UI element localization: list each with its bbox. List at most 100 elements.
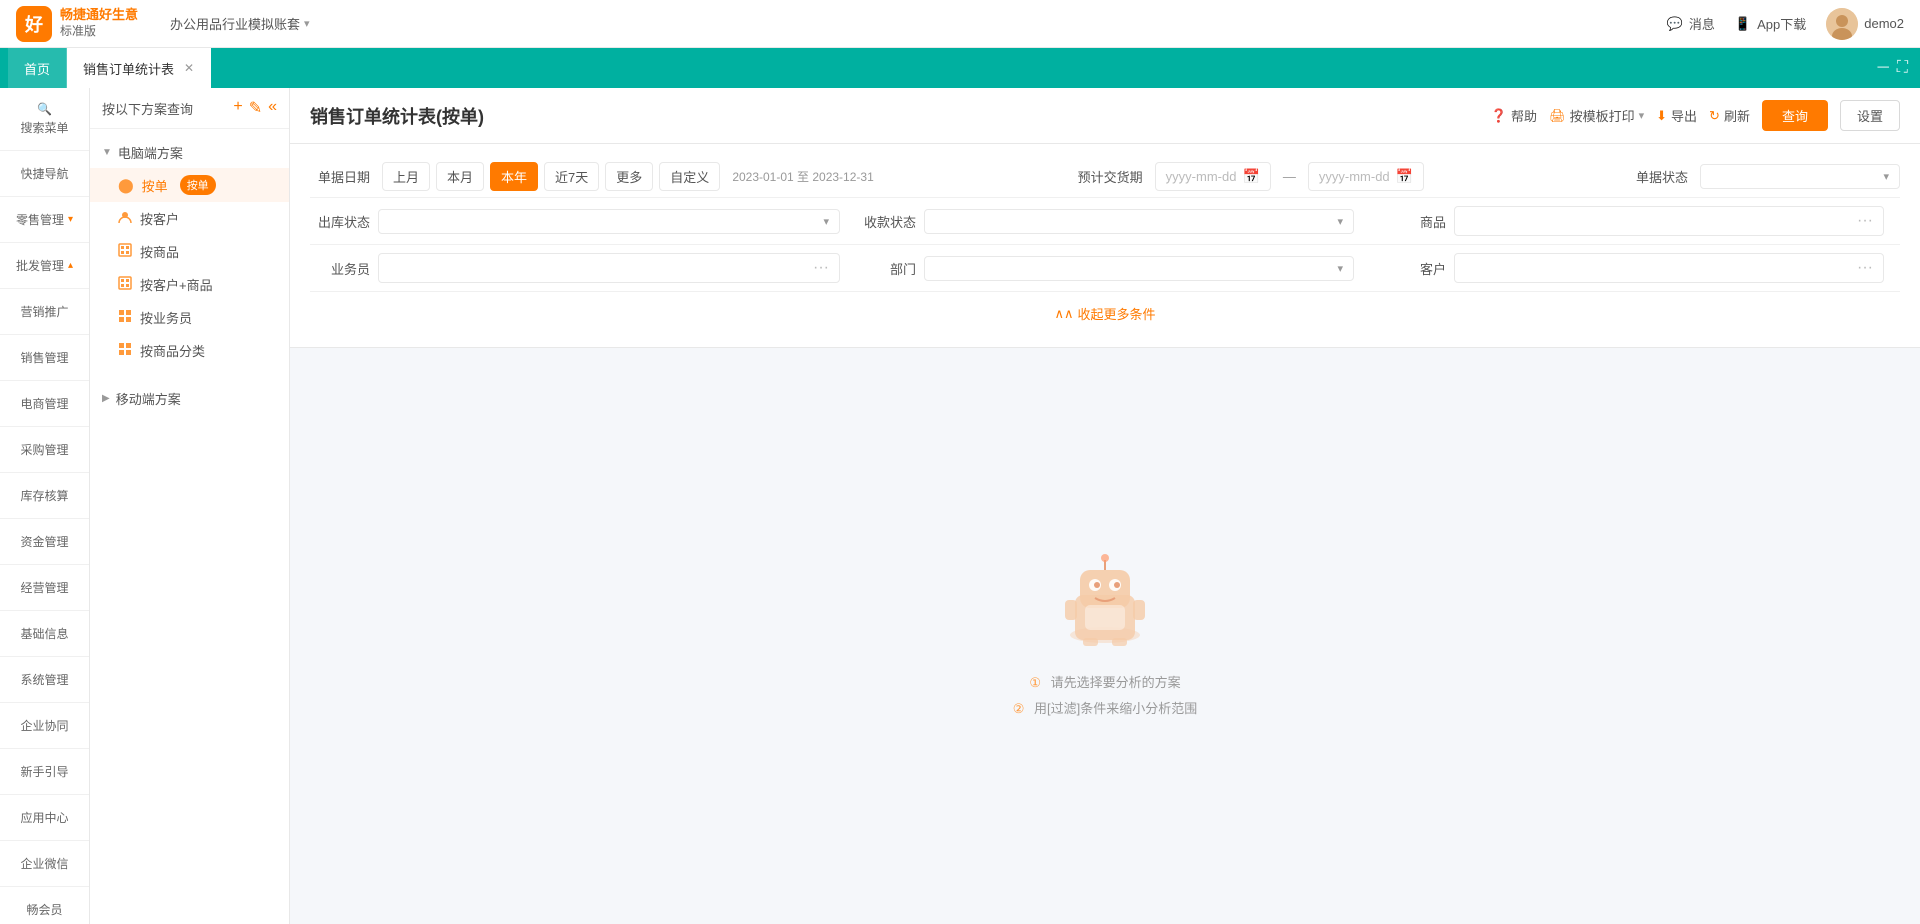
bill-status-select[interactable]: ▾ (1700, 164, 1900, 189)
scheme-panel: 按以下方案查询 + ✎ « ▼ 电脑端方案 ⬤ 按单 按单 (90, 88, 290, 924)
date-range-text: 2023-01-01 至 2023-12-31 (732, 168, 873, 185)
sidebar-marketing-label: 营销推广 (20, 303, 68, 320)
tab-order-stats[interactable]: 销售订单统计表 ✕ (67, 48, 211, 88)
scheme-item-by-salesperson[interactable]: 按业务员 (90, 301, 289, 334)
date-btn-custom[interactable]: 自定义 (659, 162, 720, 191)
sidebar-item-purchase[interactable]: 采购管理 (0, 427, 89, 473)
sidebar-item-system[interactable]: 系统管理 (0, 657, 89, 703)
refresh-button[interactable]: ↻ 刷新 (1709, 106, 1750, 125)
scheme-section-mobile: ▶ 移动端方案 (90, 375, 289, 422)
page-title: 销售订单统计表(按单) (310, 103, 484, 129)
app-download-button[interactable]: 📱 App下载 (1735, 14, 1806, 33)
sidebar-item-ecommerce[interactable]: 电商管理 (0, 381, 89, 427)
scheme-item-by-order-label: 按单 (142, 176, 168, 195)
bill-status-chevron-icon: ▾ (1883, 170, 1889, 183)
hint-num-2: ② (1013, 701, 1025, 716)
date-btn-last-month[interactable]: 上月 (382, 162, 430, 191)
sidebar-finance-label: 资金管理 (20, 533, 68, 550)
scheme-edit-button[interactable]: ✎ (249, 98, 262, 118)
customer-input[interactable]: ··· (1454, 253, 1884, 283)
sidebar-item-operations[interactable]: 经营管理 (0, 565, 89, 611)
sidebar-item-sales[interactable]: 销售管理 (0, 335, 89, 381)
salesperson-label: 业务员 (310, 259, 370, 278)
scheme-add-button[interactable]: + (233, 98, 242, 118)
salesperson-input[interactable]: ··· (378, 253, 840, 283)
print-label: 按模板打印 (1570, 106, 1635, 125)
tab-close-icon[interactable]: ✕ (184, 61, 194, 75)
scheme-active-badge: 按单 (180, 175, 216, 195)
collection-status-select[interactable]: ▾ (924, 209, 1354, 234)
scheme-item-by-salesperson-label: 按业务员 (140, 308, 192, 327)
delivery-date-start-input[interactable]: yyyy-mm-dd 📅 (1155, 162, 1271, 191)
sidebar-retail-label: 零售管理 (16, 211, 64, 228)
sidebar-item-finance[interactable]: 资金管理 (0, 519, 89, 565)
date-btn-more[interactable]: 更多 (605, 162, 653, 191)
filter-cell-salesperson: 业务员 ··· (310, 245, 840, 291)
sidebar-item-basic[interactable]: 基础信息 (0, 611, 89, 657)
scheme-item-by-cust-prod-label: 按客户+商品 (140, 275, 213, 294)
collapse-button[interactable]: ∧∧ 收起更多条件 (1046, 296, 1163, 331)
tab-home-label: 首页 (24, 59, 50, 78)
sidebar-purchase-label: 采购管理 (20, 441, 68, 458)
message-button[interactable]: 💬 消息 (1667, 14, 1715, 33)
top-bar-right: 💬 消息 📱 App下载 demo2 (1667, 8, 1904, 40)
filter-cell-customer: 客户 ··· (1370, 245, 1900, 291)
export-button[interactable]: ⬇ 导出 (1656, 106, 1697, 125)
sidebar-item-retail[interactable]: 零售管理 ▾ (0, 197, 89, 243)
department-select[interactable]: ▾ (924, 256, 1354, 281)
out-status-select[interactable]: ▾ (378, 209, 840, 234)
sidebar-item-newbie[interactable]: 新手引导 (0, 749, 89, 795)
section-arrow-icon: ▼ (102, 147, 112, 158)
date-btn-this-month[interactable]: 本月 (436, 162, 484, 191)
sidebar-item-member[interactable]: 畅会员 (0, 887, 89, 924)
print-button[interactable]: 🖨 按模板打印 ▾ (1549, 106, 1644, 125)
scheme-item-by-product[interactable]: 按商品 (90, 235, 289, 268)
tab-maximize-icon[interactable]: ⛶ (1897, 59, 1908, 77)
calendar-end-icon: 📅 (1396, 168, 1413, 185)
sidebar-item-wholesale[interactable]: 批发管理 ▴ (0, 243, 89, 289)
tab-home[interactable]: 首页 (8, 48, 67, 88)
search-label: 搜索菜单 (20, 119, 68, 136)
scheme-item-by-cust-prod[interactable]: 按客户+商品 (90, 268, 289, 301)
out-status-chevron-icon: ▾ (823, 215, 829, 228)
sidebar-shortcut[interactable]: 快捷导航 (0, 151, 89, 197)
scheme-item-by-customer-label: 按客户 (140, 209, 179, 228)
scheme-panel-actions: + ✎ « (233, 98, 277, 118)
tab-bar: 首页 销售订单统计表 ✕ ─ ⛶ (0, 48, 1920, 88)
app-selector[interactable]: 办公用品行业模拟账套 ▾ (170, 14, 310, 33)
sidebar-item-marketing[interactable]: 营销推广 (0, 289, 89, 335)
page-header: 销售订单统计表(按单) ❓ 帮助 🖨 按模板打印 ▾ ⬇ 导出 (290, 88, 1920, 144)
delivery-date-end-input[interactable]: yyyy-mm-dd 📅 (1308, 162, 1424, 191)
calendar-start-icon: 📅 (1242, 168, 1259, 185)
product-ellipsis-icon: ··· (1857, 212, 1873, 230)
product-input[interactable]: ··· (1454, 206, 1884, 236)
user-area[interactable]: demo2 (1826, 8, 1904, 40)
tab-minimize-icon[interactable]: ─ (1877, 59, 1888, 77)
scheme-section-mobile-title[interactable]: ▶ 移动端方案 (90, 383, 289, 414)
sidebar-item-inventory[interactable]: 库存核算 (0, 473, 89, 519)
scheme-item-by-category[interactable]: 按商品分类 (90, 334, 289, 367)
scheme-item-by-order[interactable]: ⬤ 按单 按单 (90, 168, 289, 202)
sidebar-wechat-label: 企业微信 (20, 855, 68, 872)
date-btn-7days[interactable]: 近7天 (544, 162, 599, 191)
top-bar: 好 畅捷通好生意 标准版 办公用品行业模拟账套 ▾ 💬 消息 📱 App下载 (0, 0, 1920, 48)
sidebar-newbie-label: 新手引导 (20, 763, 68, 780)
date-btn-this-year[interactable]: 本年 (490, 162, 538, 191)
print-icon: 🖨 (1549, 108, 1566, 124)
scheme-collapse-button[interactable]: « (268, 98, 277, 118)
sidebar-item-wechat[interactable]: 企业微信 (0, 841, 89, 887)
scheme-cust-prod-icon (118, 276, 132, 293)
delivery-start-placeholder: yyyy-mm-dd (1166, 169, 1237, 184)
scheme-item-by-customer[interactable]: 按客户 (90, 202, 289, 235)
sidebar-item-enterprise[interactable]: 企业协同 (0, 703, 89, 749)
sidebar-item-apps[interactable]: 应用中心 (0, 795, 89, 841)
chevron-right-icon: ▾ (68, 214, 73, 225)
settings-button[interactable]: 设置 (1840, 100, 1900, 131)
filter-cell-out-status: 出库状态 ▾ (310, 198, 840, 244)
query-button[interactable]: 查询 (1762, 100, 1828, 131)
sidebar: 🔍 搜索菜单 快捷导航 零售管理 ▾ 批发管理 ▴ 营销推广 销售管理 电商管理… (0, 88, 90, 924)
chevron-up-icon: ▴ (68, 260, 73, 271)
help-button[interactable]: ❓ 帮助 (1491, 106, 1537, 125)
scheme-section-pc-title[interactable]: ▼ 电脑端方案 (90, 137, 289, 168)
sidebar-search[interactable]: 🔍 搜索菜单 (0, 88, 89, 151)
